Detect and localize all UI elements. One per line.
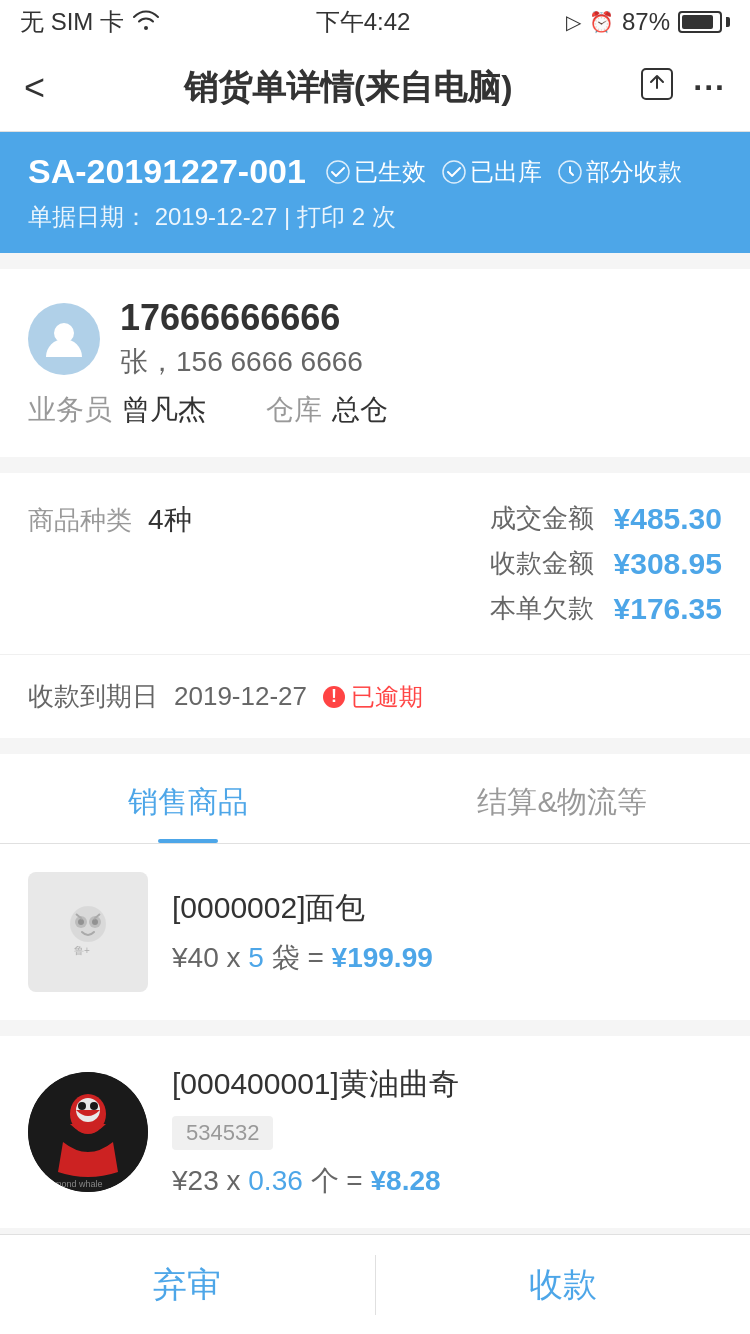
svg-point-14 [78, 1102, 86, 1110]
status-effective: 已生效 [326, 156, 426, 188]
product-price-2: ¥23 x 0.36 个 = ¥8.28 [172, 1162, 722, 1200]
battery-percent: 87% [622, 8, 670, 36]
status-partial: 部分收款 [558, 156, 682, 188]
carrier-label: 无 SIM 卡 [20, 6, 124, 38]
cancel-review-button[interactable]: 弃审 [0, 1235, 375, 1334]
product-item: 鲁+ [0000002]面包 ¥40 x 5 袋 = ¥199.99 [0, 844, 750, 1020]
product-name-1: [0000002]面包 [172, 888, 722, 929]
customer-contact: 张，156 6666 6666 [120, 343, 363, 381]
back-button[interactable]: < [14, 57, 55, 119]
product-name-2: [000400001]黄油曲奇 [172, 1064, 722, 1105]
tab-settlement[interactable]: 结算&物流等 [375, 754, 750, 843]
tabs-section: 销售商品 结算&物流等 [0, 754, 750, 844]
product-info-1: [0000002]面包 ¥40 x 5 袋 = ¥199.99 [172, 888, 722, 977]
product-item: diamond whale [000400001]黄油曲奇 534532 ¥23… [0, 1036, 750, 1228]
order-date-info: 单据日期： 2019-12-27 | 打印 2 次 [28, 201, 722, 233]
product-sku-2: 534532 [172, 1116, 273, 1150]
bottom-bar: 弃审 收款 [0, 1234, 750, 1334]
amount-summary: 成交金额 ¥485.30 收款金额 ¥308.95 本单欠款 ¥176.35 [490, 501, 722, 626]
customer-meta: 业务员 曾凡杰 仓库 总仓 [28, 391, 722, 429]
alarm-icon: ⏰ [589, 10, 614, 34]
due-date-label: 收款到期日 [28, 679, 158, 714]
deal-amount-row: 成交金额 ¥485.30 [490, 501, 722, 536]
svg-point-8 [78, 919, 84, 925]
debt-amount: ¥176.35 [614, 592, 722, 626]
warehouse-info: 仓库 总仓 [266, 391, 388, 429]
staff-name: 曾凡杰 [122, 391, 206, 429]
debt-amount-row: 本单欠款 ¥176.35 [490, 591, 722, 626]
status-time: 下午4:42 [316, 6, 411, 38]
customer-name: 17666666666 [120, 297, 363, 339]
collect-payment-button[interactable]: 收款 [376, 1235, 751, 1334]
product-price-1: ¥40 x 5 袋 = ¥199.99 [172, 939, 722, 977]
nav-actions: ··· [641, 68, 726, 107]
customer-section: 17666666666 张，156 6666 6666 业务员 曾凡杰 仓库 总… [0, 269, 750, 457]
tab-products[interactable]: 销售商品 [0, 754, 375, 843]
status-right: ▷ ⏰ 87% [566, 8, 730, 36]
deal-amount: ¥485.30 [614, 502, 722, 536]
order-header-banner: SA-20191227-001 已生效 已出库 [0, 132, 750, 253]
product-thumbnail-1: 鲁+ [28, 872, 148, 992]
avatar [28, 303, 100, 375]
wifi-icon [132, 8, 160, 36]
status-shipped: 已出库 [442, 156, 542, 188]
page-title: 销货单详情(来自电脑) [55, 65, 641, 111]
order-status-badges: 已生效 已出库 部分收款 [326, 156, 682, 188]
warehouse-name: 总仓 [332, 391, 388, 429]
svg-point-1 [327, 161, 349, 183]
share-icon[interactable] [641, 68, 673, 107]
overdue-icon: ! [323, 686, 345, 708]
staff-info: 业务员 曾凡杰 [28, 391, 206, 429]
receipt-amount-row: 收款金额 ¥308.95 [490, 546, 722, 581]
nav-bar: < 销货单详情(来自电脑) ··· [0, 44, 750, 132]
svg-point-15 [90, 1102, 98, 1110]
product-type-count: 商品种类 4种 [28, 501, 192, 539]
receipt-amount: ¥308.95 [614, 547, 722, 581]
order-id: SA-20191227-001 [28, 152, 306, 191]
svg-text:diamond whale: diamond whale [42, 1179, 103, 1189]
product-info-2: [000400001]黄油曲奇 534532 ¥23 x 0.36 个 = ¥8… [172, 1064, 722, 1200]
due-date-section: 收款到期日 2019-12-27 ! 已逾期 [0, 654, 750, 738]
tabs-row: 销售商品 结算&物流等 [0, 754, 750, 844]
svg-point-9 [92, 919, 98, 925]
svg-point-2 [443, 161, 465, 183]
location-icon: ▷ [566, 10, 581, 34]
due-date-value: 2019-12-27 [174, 681, 307, 712]
status-left: 无 SIM 卡 [20, 6, 160, 38]
svg-text:鲁+: 鲁+ [74, 945, 90, 956]
status-bar: 无 SIM 卡 下午4:42 ▷ ⏰ 87% [0, 0, 750, 44]
more-icon[interactable]: ··· [693, 69, 726, 106]
overdue-text: 已逾期 [351, 681, 423, 713]
product-thumbnail-2: diamond whale [28, 1072, 148, 1192]
summary-section: 商品种类 4种 成交金额 ¥485.30 收款金额 ¥308.95 本单欠款 ¥… [0, 473, 750, 654]
overdue-indicator: ! 已逾期 [323, 681, 423, 713]
product-list: 鲁+ [0000002]面包 ¥40 x 5 袋 = ¥199.99 [0, 844, 750, 1228]
battery-indicator [678, 11, 730, 33]
